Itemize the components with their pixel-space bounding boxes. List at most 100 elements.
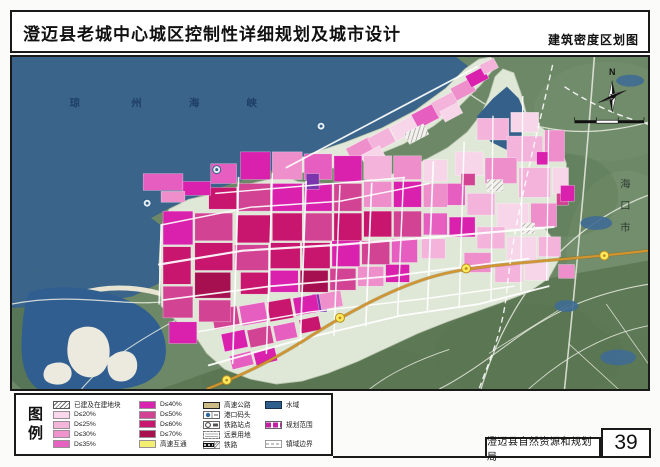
parcel-d30 <box>423 183 448 208</box>
legend-swatch-fill-icon <box>139 400 157 409</box>
parcel-d60 <box>208 187 237 210</box>
legend-item-label: D≤25% <box>74 421 96 428</box>
legend-item-label: D≤35% <box>74 440 96 448</box>
legend-item: 远景用地 <box>203 430 265 440</box>
bottom-rule <box>333 456 651 458</box>
legend-title-char: 例 <box>28 425 44 442</box>
parcel-d35 <box>142 173 184 191</box>
parcel-d20 <box>454 151 484 176</box>
parcel-d25 <box>363 155 392 180</box>
legend-swatch-fill-icon <box>53 420 71 429</box>
legend-item-label: 镇域边界 <box>286 441 313 448</box>
legend-title-char: 图 <box>28 405 44 423</box>
legend-item: 高速公路 <box>203 400 265 410</box>
legend-swatch-railway-icon <box>203 441 221 449</box>
legend-item-label: D≤40% <box>160 401 182 409</box>
agency-name: 澄迈县自然资源和规划局 <box>487 436 592 463</box>
legend-swatch-scope-icon <box>265 420 283 429</box>
parcel-d50 <box>303 212 333 242</box>
legend-swatch-hatch-icon <box>53 401 71 409</box>
legend-item-label: 远景用地 <box>224 432 251 439</box>
legend-item-label: 已建及在建地块 <box>74 402 121 409</box>
parcel-d20 <box>423 159 448 182</box>
legend-item-label: 高速互通 <box>160 441 187 448</box>
legend-column-4: 水域规划范围镇域边界 <box>265 399 349 450</box>
legend-swatch-water-icon <box>265 401 283 409</box>
legend-item: D≤20% <box>53 410 139 420</box>
page-subtitle: 建筑密度区划图 <box>547 33 639 47</box>
sea-label-char: 峡 <box>247 96 258 109</box>
legend-item: 铁路 <box>203 440 265 450</box>
legend-swatch-fill-icon <box>53 410 71 419</box>
sea-label-char: 州 <box>130 97 141 109</box>
legend-item: 已建及在建地块 <box>53 400 139 410</box>
parcel-d25 <box>421 238 446 259</box>
legend-item: D≤35% <box>53 439 139 449</box>
agency-box: 澄迈县自然资源和规划局 <box>485 437 601 463</box>
legend-item: D≤25% <box>53 420 139 430</box>
parcel-d60 <box>363 210 392 238</box>
legend-swatch-fill-icon <box>53 440 71 449</box>
parcel-d60 <box>240 272 269 295</box>
legend-columns: 已建及在建地块 D≤20% D≤25% D≤30% D≤35% D≤40% D≤50% D≤6… <box>51 395 351 454</box>
legend-swatch-port-icon <box>203 411 221 419</box>
legend-item-label: 铁路站点 <box>224 422 251 429</box>
plan-sheet: 澄迈县老城中心城区控制性详细规划及城市设计 建筑密度区划图 N琼州海峡海口市 图… <box>0 0 660 467</box>
legend-column-2: D≤40% D≤50% D≤60% D≤70% 高速互通 <box>139 399 203 450</box>
legend-swatch-fill-icon <box>139 420 157 429</box>
legend-item: D≤60% <box>139 420 203 430</box>
parcel-d60 <box>162 246 192 285</box>
page-title: 澄迈县老城中心城区控制性详细规划及城市设计 <box>23 25 401 44</box>
parcel-d20 <box>524 262 549 281</box>
legend: 图 例 已建及在建地块 D≤20% D≤25% D≤30% D≤35% D≤40% D≤50… <box>14 393 333 456</box>
legend-item-label: D≤60% <box>160 421 182 428</box>
parcel-d40 <box>560 185 575 202</box>
legend-item: D≤30% <box>53 430 139 440</box>
legend-item-label: 规划范围 <box>286 421 313 429</box>
legend-item: 铁路站点 <box>203 420 265 430</box>
parcel-d40 <box>182 181 211 196</box>
legend-column-3: 高速公路港口码头铁路站点远景用地铁路 <box>203 399 265 450</box>
legend-item: 水域 <box>265 400 349 410</box>
legend-swatch-fill-icon <box>139 410 157 419</box>
legend-item-label: D≤70% <box>160 430 182 438</box>
parcel-d20 <box>510 112 539 133</box>
legend-swatch-boundary-icon <box>265 440 283 448</box>
parcel-d30 <box>160 191 186 203</box>
legend-item-label: D≤50% <box>160 411 182 418</box>
map-canvas: N琼州海峡海口市 <box>10 55 650 391</box>
parcel-d50 <box>162 285 194 319</box>
north-label: N <box>609 67 615 77</box>
parcel-d40 <box>162 210 194 245</box>
sea-label-char: 海 <box>189 96 200 109</box>
page-number: 39 <box>614 431 638 454</box>
legend-item: 高速互通 <box>139 439 203 449</box>
parcel-d60 <box>236 214 271 244</box>
parcel-d30 <box>558 264 575 279</box>
legend-item-label: D≤20% <box>74 411 96 419</box>
parcel-d40 <box>385 264 410 283</box>
parcel-d35 <box>423 212 448 236</box>
legend-item: 规划范围 <box>265 420 349 430</box>
title-bar: 澄迈县老城中心城区控制性详细规划及城市设计 建筑密度区划图 <box>10 10 650 53</box>
legend-item: D≤50% <box>139 410 203 420</box>
parcel-vio <box>305 173 320 190</box>
city-label-char: 市 <box>620 221 630 234</box>
legend-item-label: 铁路 <box>224 442 238 449</box>
parcel-d35 <box>391 238 418 263</box>
legend-swatch-road-icon <box>203 401 221 409</box>
parcel-d30 <box>272 151 303 180</box>
city-label-char: 海 <box>620 177 630 190</box>
parcel-d40 <box>536 151 549 165</box>
parcel-d50 <box>198 299 231 323</box>
parcel-d60 <box>272 212 303 242</box>
legend-item-label: 港口码头 <box>224 412 251 419</box>
parcel-d25 <box>466 193 496 216</box>
legend-swatch-fill-icon <box>139 430 157 439</box>
parcel-built <box>486 179 504 192</box>
legend-swatch-fill-icon <box>53 430 71 439</box>
legend-item-label: 水域 <box>286 402 300 409</box>
legend-item: D≤40% <box>139 400 203 410</box>
parcel-d40 <box>270 270 299 293</box>
sea-label-char: 琼 <box>70 96 81 109</box>
